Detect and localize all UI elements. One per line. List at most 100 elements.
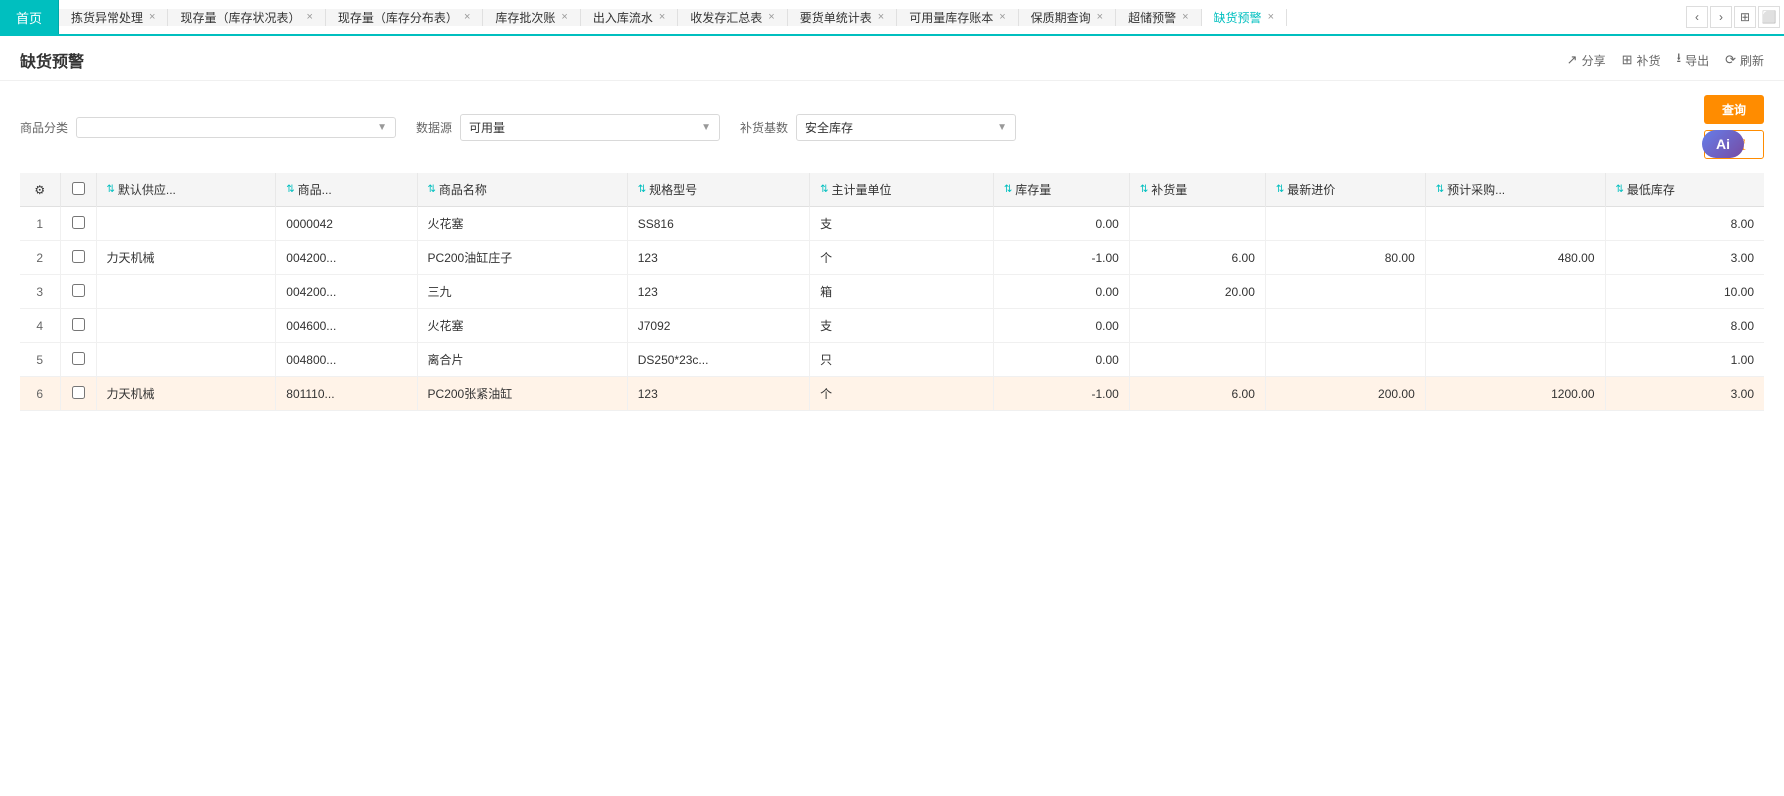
tab-available-ledger[interactable]: 可用量库存账本 × bbox=[897, 9, 1018, 26]
row-name: 三九 bbox=[417, 275, 627, 309]
tab-close-overstock-warning[interactable]: × bbox=[1182, 11, 1188, 23]
col-header-supplier: ⇅ 默认供应... bbox=[96, 173, 276, 207]
row-min-stock: 3.00 bbox=[1605, 377, 1764, 411]
table-container: ⚙ ⇅ 默认供应... ⇅ 商品... bbox=[0, 173, 1784, 411]
col-header-spec: ⇅ 规格型号 bbox=[627, 173, 809, 207]
row-unit: 支 bbox=[810, 207, 994, 241]
tab-next-btn[interactable]: › bbox=[1710, 6, 1732, 28]
tab-home[interactable]: 首页 bbox=[0, 0, 59, 34]
tab-inventory-status[interactable]: 现存量（库存状况表）× bbox=[168, 9, 325, 26]
tab-prev-btn[interactable]: ‹ bbox=[1686, 6, 1708, 28]
table-row: 3 004200... 三九 123 箱 0.00 20.00 10.00 bbox=[20, 275, 1764, 309]
row-checkbox[interactable] bbox=[72, 386, 85, 399]
row-checkbox[interactable] bbox=[72, 284, 85, 297]
query-button[interactable]: 查询 bbox=[1704, 95, 1764, 124]
tab-receive-summary[interactable]: 收发存汇总表 × bbox=[678, 9, 787, 26]
home-tab-label: 首页 bbox=[16, 8, 42, 27]
tab-close-inventory-status[interactable]: × bbox=[306, 11, 312, 23]
row-spec: SS816 bbox=[627, 207, 809, 241]
col-header-checkbox[interactable] bbox=[60, 173, 96, 207]
tab-inout-flow[interactable]: 出入库流水× bbox=[581, 9, 678, 26]
category-dropdown-icon: ▼ bbox=[377, 122, 387, 133]
datasource-select[interactable]: 可用量 ▼ bbox=[460, 114, 720, 141]
row-num: 1 bbox=[20, 207, 60, 241]
row-name: PC200张紧油缸 bbox=[417, 377, 627, 411]
row-checkbox-cell[interactable] bbox=[60, 377, 96, 411]
row-checkbox-cell[interactable] bbox=[60, 275, 96, 309]
row-code: 004200... bbox=[276, 241, 417, 275]
filter-area: 商品分类 ▼ 数据源 可用量 ▼ 补货基数 安全库存 ▼ 查询 设置 bbox=[0, 81, 1784, 173]
tab-close-receive-summary[interactable]: × bbox=[768, 11, 774, 23]
row-checkbox[interactable] bbox=[72, 318, 85, 331]
tab-expand-btn[interactable]: ⬜ bbox=[1758, 6, 1780, 28]
row-unit: 只 bbox=[810, 343, 994, 377]
tab-close-inout-flow[interactable]: × bbox=[659, 11, 665, 23]
row-replenish bbox=[1129, 309, 1265, 343]
col-header-est-purchase: ⇅ 预计采购... bbox=[1425, 173, 1605, 207]
row-supplier: 力天机械 bbox=[96, 241, 276, 275]
row-checkbox[interactable] bbox=[72, 352, 85, 365]
refresh-icon: ⟳ bbox=[1725, 52, 1736, 68]
row-latest-price: 80.00 bbox=[1265, 241, 1425, 275]
row-supplier bbox=[96, 275, 276, 309]
row-checkbox[interactable] bbox=[72, 250, 85, 263]
row-checkbox[interactable] bbox=[72, 216, 85, 229]
share-button[interactable]: ↗ 分享 bbox=[1567, 52, 1606, 69]
tab-close-defect-processing[interactable]: × bbox=[149, 11, 155, 23]
row-code: 004800... bbox=[276, 343, 417, 377]
refresh-button[interactable]: ⟳ 刷新 bbox=[1725, 52, 1764, 69]
category-select[interactable]: ▼ bbox=[76, 117, 396, 138]
col-header-stock: ⇅ 库存量 bbox=[993, 173, 1129, 207]
tab-label: 缺货预警 bbox=[1214, 9, 1262, 26]
category-label: 商品分类 bbox=[20, 119, 68, 136]
export-button[interactable]: ⭳ 导出 bbox=[1677, 49, 1710, 71]
select-all-checkbox[interactable] bbox=[72, 182, 85, 195]
col-header-gear[interactable]: ⚙ bbox=[20, 173, 60, 207]
replenish-button[interactable]: ⊞ 补货 bbox=[1622, 52, 1661, 69]
tab-close-inventory-dist[interactable]: × bbox=[464, 11, 470, 23]
page-title: 缺货预警 bbox=[20, 48, 1567, 72]
page-content: 缺货预警 ↗ 分享 ⊞ 补货 ⭳ 导出 ⟳ 刷新 商品分类 bbox=[0, 36, 1784, 796]
row-name: 火花塞 bbox=[417, 207, 627, 241]
row-unit: 箱 bbox=[810, 275, 994, 309]
row-checkbox-cell[interactable] bbox=[60, 309, 96, 343]
tab-label: 库存批次账 bbox=[495, 9, 555, 26]
min-stock-sort-icon: ⇅ bbox=[1616, 184, 1624, 195]
row-checkbox-cell[interactable] bbox=[60, 207, 96, 241]
tab-batch-account[interactable]: 库存批次账 × bbox=[483, 9, 580, 26]
tab-demand-stat[interactable]: 要货单统计表× bbox=[788, 9, 897, 26]
tab-close-demand-stat[interactable]: × bbox=[878, 11, 884, 23]
table-row: 4 004600... 火花塞 J7092 支 0.00 8.00 bbox=[20, 309, 1764, 343]
tab-label: 拣货异常处理 bbox=[71, 9, 143, 26]
tab-label: 收发存汇总表 bbox=[690, 9, 762, 26]
replenish-basis-dropdown-icon: ▼ bbox=[997, 122, 1007, 133]
replenish-basis-select[interactable]: 安全库存 ▼ bbox=[796, 114, 1016, 141]
row-supplier bbox=[96, 343, 276, 377]
spec-sort-icon: ⇅ bbox=[638, 184, 646, 195]
row-checkbox-cell[interactable] bbox=[60, 343, 96, 377]
tab-defect-processing[interactable]: 拣货异常处理 × bbox=[59, 9, 168, 26]
tab-restore-btn[interactable]: ⊞ bbox=[1734, 6, 1756, 28]
table-row: 5 004800... 离合片 DS250*23c... 只 0.00 1.00 bbox=[20, 343, 1764, 377]
row-est-purchase bbox=[1425, 275, 1605, 309]
row-spec: 123 bbox=[627, 377, 809, 411]
tab-close-shortage-warning[interactable]: × bbox=[1268, 11, 1274, 23]
datasource-filter-group: 数据源 可用量 ▼ bbox=[416, 114, 720, 141]
tab-close-batch-account[interactable]: × bbox=[561, 11, 567, 23]
tab-close-expiry-query[interactable]: × bbox=[1097, 11, 1103, 23]
tab-inventory-dist[interactable]: 现存量（库存分布表）× bbox=[326, 9, 483, 26]
row-min-stock: 8.00 bbox=[1605, 207, 1764, 241]
row-checkbox-cell[interactable] bbox=[60, 241, 96, 275]
ai-badge[interactable]: Ai bbox=[1702, 130, 1744, 158]
gear-icon: ⚙ bbox=[34, 183, 45, 197]
row-min-stock: 10.00 bbox=[1605, 275, 1764, 309]
tab-overstock-warning[interactable]: 超储预警× bbox=[1116, 9, 1201, 26]
tab-shortage-warning[interactable]: 缺货预警 × bbox=[1202, 9, 1287, 26]
tab-expiry-query[interactable]: 保质期查询× bbox=[1019, 9, 1116, 26]
row-min-stock: 8.00 bbox=[1605, 309, 1764, 343]
tab-label: 可用量库存账本 bbox=[909, 9, 993, 26]
row-name: 火花塞 bbox=[417, 309, 627, 343]
row-latest-price: 200.00 bbox=[1265, 377, 1425, 411]
tab-close-available-ledger[interactable]: × bbox=[999, 11, 1005, 23]
datasource-label: 数据源 bbox=[416, 119, 452, 136]
